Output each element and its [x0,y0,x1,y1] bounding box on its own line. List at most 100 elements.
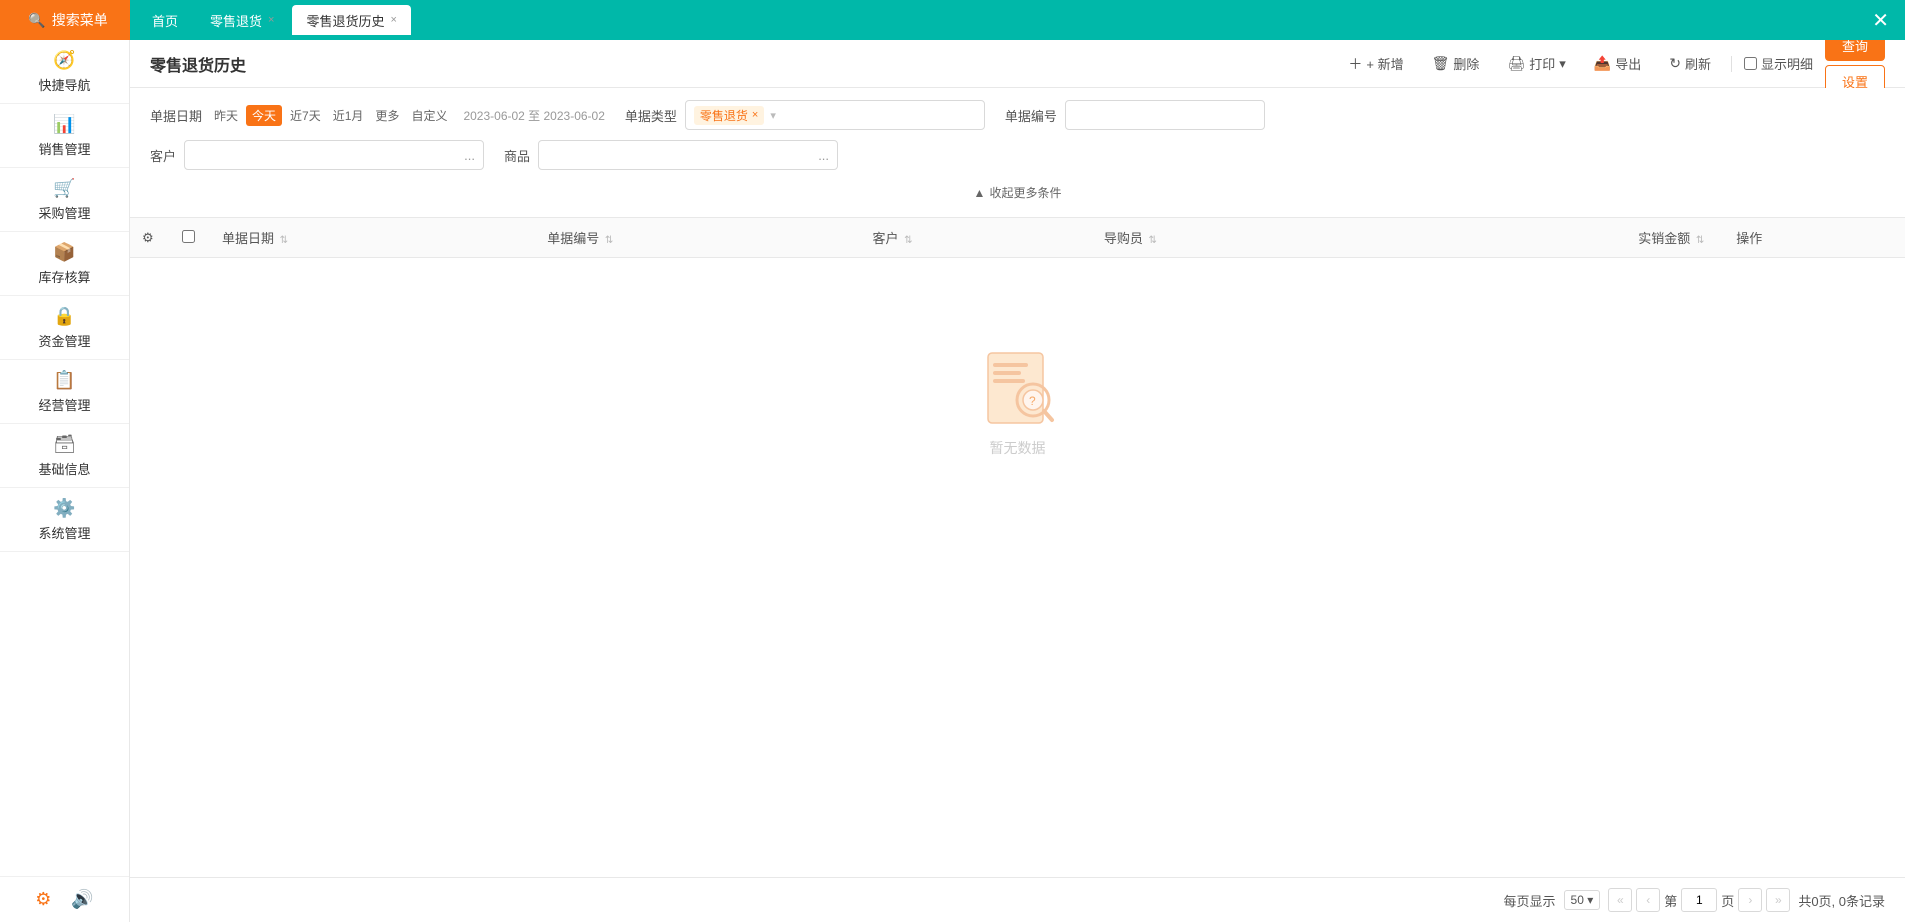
sales-icon: 📊 [53,114,75,135]
filter-row-2: 客户 ... 商品 ... [150,140,1885,170]
page-size-select[interactable]: 50 ▾ [1564,890,1601,910]
goods-filter: 商品 ... [504,140,838,170]
customer-filter-label: 客户 [150,146,176,165]
guide-sort-icon: ⇅ [1148,235,1156,246]
tab-retail-return-history-close[interactable]: × [390,14,396,26]
sidebar-item-sales-mgmt[interactable]: 📊 销售管理 [0,104,129,168]
page-prev-btn[interactable]: ‹ [1636,888,1660,912]
new-btn[interactable]: ＋ + 新增 [1340,50,1411,78]
sidebar-item-inventory[interactable]: 📦 库存核算 [0,232,129,296]
system-icon: ⚙️ [53,498,75,519]
type-chevron-icon: ▾ [770,109,776,122]
operations-icon: 📋 [53,370,75,391]
customer-dots: ... [464,148,475,163]
display-detail-input[interactable] [1744,57,1757,70]
date-btn-7days[interactable]: 近7天 [286,105,325,126]
empty-state: ? 暂无数据 [130,258,1905,538]
th-guide[interactable]: 导购员 ⇅ [1092,218,1370,258]
th-number[interactable]: 单据编号 ⇅ [535,218,860,258]
table-wrapper: ⚙ 单据日期 ⇅ 单据编号 ⇅ [130,218,1905,877]
sidebar-item-basic-info[interactable]: 🗃 基础信息 [0,424,129,488]
type-filter: 单据类型 零售退货 × ▾ [625,100,985,130]
table-header: ⚙ 单据日期 ⇅ 单据编号 ⇅ [130,218,1905,258]
inventory-icon: 📦 [53,242,75,263]
refresh-icon: ↻ [1669,55,1681,72]
collapse-btn[interactable]: ▲ 收起更多条件 [962,180,1074,205]
customer-filter: 客户 ... [150,140,484,170]
date-filter: 单据日期 昨天 今天 近7天 近1月 更多 自定义 2023-06-02 至 2… [150,105,605,126]
display-detail-checkbox[interactable]: 显示明细 [1744,54,1813,73]
page-nav: « ‹ 第 页 › » [1608,888,1790,912]
date-btn-yesterday[interactable]: 昨天 [210,105,242,126]
tab-retail-return[interactable]: 零售退货 × [196,5,288,35]
tab-retail-return-close[interactable]: × [268,14,274,26]
sidebar-item-finance[interactable]: 🔒 资金管理 [0,296,129,360]
svg-text:?: ? [1029,394,1036,408]
date-btn-custom[interactable]: 自定义 [407,105,451,126]
th-customer[interactable]: 客户 ⇅ [861,218,1092,258]
export-btn[interactable]: 📤 导出 [1586,50,1649,77]
th-amount[interactable]: 实销金额 ⇅ [1370,218,1724,258]
window-close-btn[interactable]: ✕ [1872,8,1889,33]
type-tag-close[interactable]: × [752,109,758,121]
toolbar-divider [1731,56,1732,72]
customer-sort-icon: ⇅ [904,235,912,246]
print-btn[interactable]: 🖨 打印 ▾ [1499,50,1573,77]
delete-btn[interactable]: 🗑 删除 [1424,50,1488,77]
print-chevron-icon: ▾ [1559,56,1566,72]
sidebar-item-purchase-mgmt[interactable]: 🛒 采购管理 [0,168,129,232]
goods-filter-label: 商品 [504,146,530,165]
type-filter-label: 单据类型 [625,106,677,125]
sidebar-item-quick-nav[interactable]: 🧭 快捷导航 [0,40,129,104]
basic-info-icon: 🗃 [53,434,76,455]
date-btn-1month[interactable]: 近1月 [329,105,368,126]
type-tag: 零售退货 × [694,106,764,125]
top-bar: 🔍 搜索菜单 首页 零售退货 × 零售退货历史 × ✕ [0,0,1905,40]
tab-home[interactable]: 首页 [138,5,192,35]
sidebar: 🧭 快捷导航 📊 销售管理 🛒 采购管理 📦 库存核算 🔒 资金管理 📋 经营管… [0,40,130,922]
date-btn-more[interactable]: 更多 [371,105,403,126]
purchase-icon: 🛒 [53,178,75,199]
goods-dots: ... [818,148,829,163]
table-body: ? 暂无数据 [130,258,1905,539]
type-filter-input[interactable]: 零售退货 × ▾ [685,100,985,130]
sidebar-item-operations[interactable]: 📋 经营管理 [0,360,129,424]
data-table: ⚙ 单据日期 ⇅ 单据编号 ⇅ [130,218,1905,538]
th-settings[interactable]: ⚙ [130,218,170,258]
settings-gear-icon[interactable]: ⚙ [142,230,154,245]
tab-bar: 首页 零售退货 × 零售退货历史 × [130,5,1872,35]
tab-retail-return-history[interactable]: 零售退货历史 × [292,5,410,35]
volume-icon[interactable]: 🔊 [71,889,93,910]
date-presets: 昨天 今天 近7天 近1月 更多 自定义 [210,105,451,126]
delete-icon: 🗑 [1432,55,1450,72]
th-date[interactable]: 单据日期 ⇅ [210,218,535,258]
number-filter: 单据编号 [1005,100,1265,130]
date-btn-today[interactable]: 今天 [246,105,282,126]
goods-filter-input[interactable]: ... [538,140,838,170]
filter-row-1: 单据日期 昨天 今天 近7天 近1月 更多 自定义 2023-06-02 至 2… [150,100,1885,130]
query-button[interactable]: 查询 [1825,40,1885,61]
quick-nav-icon: 🧭 [53,50,75,71]
top-bar-right: ✕ [1872,8,1905,33]
table-header-row: ⚙ 单据日期 ⇅ 单据编号 ⇅ [130,218,1905,258]
page-first-btn[interactable]: « [1608,888,1632,912]
th-check[interactable] [170,218,210,258]
page-last-btn[interactable]: » [1766,888,1790,912]
page-size-chevron-icon: ▾ [1587,893,1593,907]
search-menu-btn[interactable]: 🔍 搜索菜单 [0,0,130,40]
filter-area: 单据日期 昨天 今天 近7天 近1月 更多 自定义 2023-06-02 至 2… [130,88,1905,218]
number-filter-input[interactable] [1065,100,1265,130]
select-all-checkbox[interactable] [182,230,195,243]
table-footer: 每页显示 50 ▾ « ‹ 第 页 › » 共0页, 0条记录 [130,877,1905,922]
customer-filter-input[interactable]: ... [184,140,484,170]
page-label: 第 [1664,891,1677,910]
page-next-btn[interactable]: › [1738,888,1762,912]
sidebar-item-system-mgmt[interactable]: ⚙️ 系统管理 [0,488,129,552]
finance-icon: 🔒 [53,306,75,327]
refresh-btn[interactable]: ↻ 刷新 [1661,50,1719,77]
search-icon: 🔍 [28,12,45,29]
number-sort-icon: ⇅ [605,235,613,246]
settings-bottom-icon[interactable]: ⚙ [35,889,51,910]
content-area: 零售退货历史 ＋ + 新增 🗑 删除 🖨 打印 ▾ 📤 导出 [130,40,1905,922]
page-number-input[interactable] [1681,888,1717,912]
